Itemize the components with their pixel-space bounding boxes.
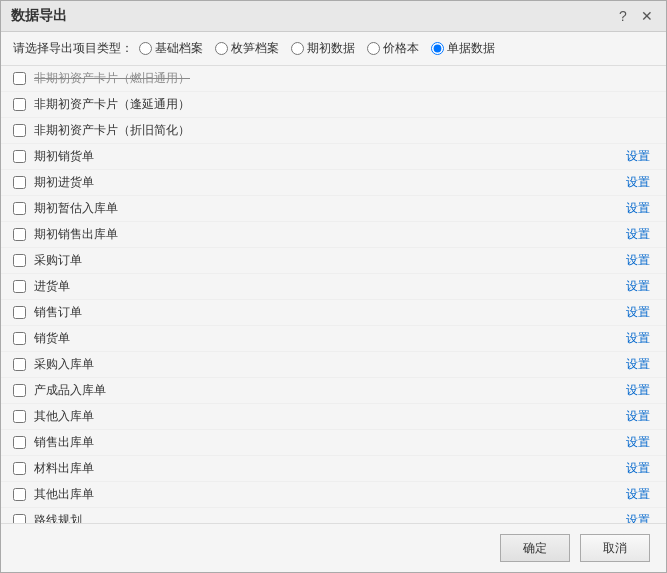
- radio-basic[interactable]: [139, 42, 152, 55]
- list-item: 其他入库单设置: [1, 404, 666, 430]
- list-item-checkbox[interactable]: [13, 202, 26, 215]
- radio-item-pricebook[interactable]: 价格本: [367, 40, 419, 57]
- list-item-name: 非期初资产卡片（逢延通用）: [34, 96, 654, 113]
- list-item-name: 期初暂估入库单: [34, 200, 622, 217]
- list-item-action[interactable]: 设置: [622, 174, 654, 191]
- list-item-checkbox[interactable]: [13, 280, 26, 293]
- list-item-name: 非期初资产卡片（燃旧通用）: [34, 70, 654, 87]
- radio-pricebook[interactable]: [367, 42, 380, 55]
- list-item-checkbox[interactable]: [13, 176, 26, 189]
- list-item-checkbox[interactable]: [13, 514, 26, 523]
- list-item-name: 期初进货单: [34, 174, 622, 191]
- list-item-action[interactable]: 设置: [622, 434, 654, 451]
- list-item-name: 材料出库单: [34, 460, 622, 477]
- list-item-checkbox[interactable]: [13, 436, 26, 449]
- radio-pricebook-label: 价格本: [383, 40, 419, 57]
- list-item: 非期初资产卡片（燃旧通用）: [1, 66, 666, 92]
- list-item-action[interactable]: 设置: [622, 148, 654, 165]
- list-item: 期初暂估入库单设置: [1, 196, 666, 222]
- list-item: 期初销售出库单设置: [1, 222, 666, 248]
- list-item-action[interactable]: 设置: [622, 200, 654, 217]
- list-item-name: 期初销货单: [34, 148, 622, 165]
- content-area: 非期初资产卡片（燃旧通用） 非期初资产卡片（逢延通用） 非期初资产卡片（折旧简化） 期…: [1, 66, 666, 523]
- list-item-action[interactable]: 设置: [622, 304, 654, 321]
- list-item-action[interactable]: 设置: [622, 252, 654, 269]
- cancel-button[interactable]: 取消: [580, 534, 650, 562]
- list-item-checkbox[interactable]: [13, 228, 26, 241]
- list-item: 材料出库单设置: [1, 456, 666, 482]
- list-item-action[interactable]: 设置: [622, 486, 654, 503]
- footer: 确定 取消: [1, 523, 666, 572]
- title-icons: ? ✕: [614, 7, 656, 25]
- list-item: 其他出库单设置: [1, 482, 666, 508]
- list-item-action[interactable]: 设置: [622, 226, 654, 243]
- radio-group: 基础档案 枚笋档案 期初数据 价格本 单据数据: [139, 40, 495, 57]
- list-item-checkbox[interactable]: [13, 72, 26, 85]
- list-item-action[interactable]: 设置: [622, 330, 654, 347]
- radio-meisun[interactable]: [215, 42, 228, 55]
- radio-item-initial[interactable]: 期初数据: [291, 40, 355, 57]
- list-item-name: 非期初资产卡片（折旧简化）: [34, 122, 654, 139]
- list-item-checkbox[interactable]: [13, 488, 26, 501]
- list-item: 非期初资产卡片（折旧简化）: [1, 118, 666, 144]
- list-item-checkbox[interactable]: [13, 124, 26, 137]
- list-item: 期初销货单设置: [1, 144, 666, 170]
- list-item: 销售订单设置: [1, 300, 666, 326]
- data-export-dialog: 数据导出 ? ✕ 请选择导出项目类型： 基础档案 枚笋档案 期初数据 价格本: [0, 0, 667, 573]
- list-item-name: 销货单: [34, 330, 622, 347]
- list-container[interactable]: 非期初资产卡片（燃旧通用） 非期初资产卡片（逢延通用） 非期初资产卡片（折旧简化） 期…: [1, 66, 666, 523]
- list-item-checkbox[interactable]: [13, 150, 26, 163]
- list-item-name: 采购订单: [34, 252, 622, 269]
- list-item-name: 产成品入库单: [34, 382, 622, 399]
- list-item: 采购入库单设置: [1, 352, 666, 378]
- list-item-name: 其他入库单: [34, 408, 622, 425]
- list-item-name: 采购入库单: [34, 356, 622, 373]
- list-item: 非期初资产卡片（逢延通用）: [1, 92, 666, 118]
- close-button[interactable]: ✕: [638, 7, 656, 25]
- dialog-title: 数据导出: [11, 7, 67, 25]
- list-item-checkbox[interactable]: [13, 98, 26, 111]
- list-item: 进货单设置: [1, 274, 666, 300]
- list-item: 销货单设置: [1, 326, 666, 352]
- list-item-name: 进货单: [34, 278, 622, 295]
- list-item-checkbox[interactable]: [13, 384, 26, 397]
- radio-meisun-label: 枚笋档案: [231, 40, 279, 57]
- list-item-action[interactable]: 设置: [622, 512, 654, 523]
- radio-basic-label: 基础档案: [155, 40, 203, 57]
- radio-item-voucher[interactable]: 单据数据: [431, 40, 495, 57]
- list-item-name: 路线规划: [34, 512, 622, 523]
- list-item-checkbox[interactable]: [13, 332, 26, 345]
- list-item-checkbox[interactable]: [13, 254, 26, 267]
- radio-voucher-label: 单据数据: [447, 40, 495, 57]
- list-item-checkbox[interactable]: [13, 462, 26, 475]
- list-item-action[interactable]: 设置: [622, 408, 654, 425]
- list-item-action[interactable]: 设置: [622, 278, 654, 295]
- radio-initial-label: 期初数据: [307, 40, 355, 57]
- radio-item-meisun[interactable]: 枚笋档案: [215, 40, 279, 57]
- list-item-name: 期初销售出库单: [34, 226, 622, 243]
- list-item-checkbox[interactable]: [13, 306, 26, 319]
- title-bar: 数据导出 ? ✕: [1, 1, 666, 32]
- list-item-name: 其他出库单: [34, 486, 622, 503]
- list-item: 期初进货单设置: [1, 170, 666, 196]
- list-item: 路线规划设置: [1, 508, 666, 523]
- radio-item-basic[interactable]: 基础档案: [139, 40, 203, 57]
- list-item: 产成品入库单设置: [1, 378, 666, 404]
- list-item-checkbox[interactable]: [13, 410, 26, 423]
- list-item-action[interactable]: 设置: [622, 460, 654, 477]
- list-item-action[interactable]: 设置: [622, 356, 654, 373]
- toolbar-label: 请选择导出项目类型：: [13, 40, 133, 57]
- list-item-name: 销售订单: [34, 304, 622, 321]
- toolbar: 请选择导出项目类型： 基础档案 枚笋档案 期初数据 价格本 单据数据: [1, 32, 666, 66]
- list-item-action[interactable]: 设置: [622, 382, 654, 399]
- list-item: 销售出库单设置: [1, 430, 666, 456]
- list-item: 采购订单设置: [1, 248, 666, 274]
- list-item-checkbox[interactable]: [13, 358, 26, 371]
- help-button[interactable]: ?: [614, 7, 632, 25]
- radio-initial[interactable]: [291, 42, 304, 55]
- radio-voucher[interactable]: [431, 42, 444, 55]
- confirm-button[interactable]: 确定: [500, 534, 570, 562]
- list-item-name: 销售出库单: [34, 434, 622, 451]
